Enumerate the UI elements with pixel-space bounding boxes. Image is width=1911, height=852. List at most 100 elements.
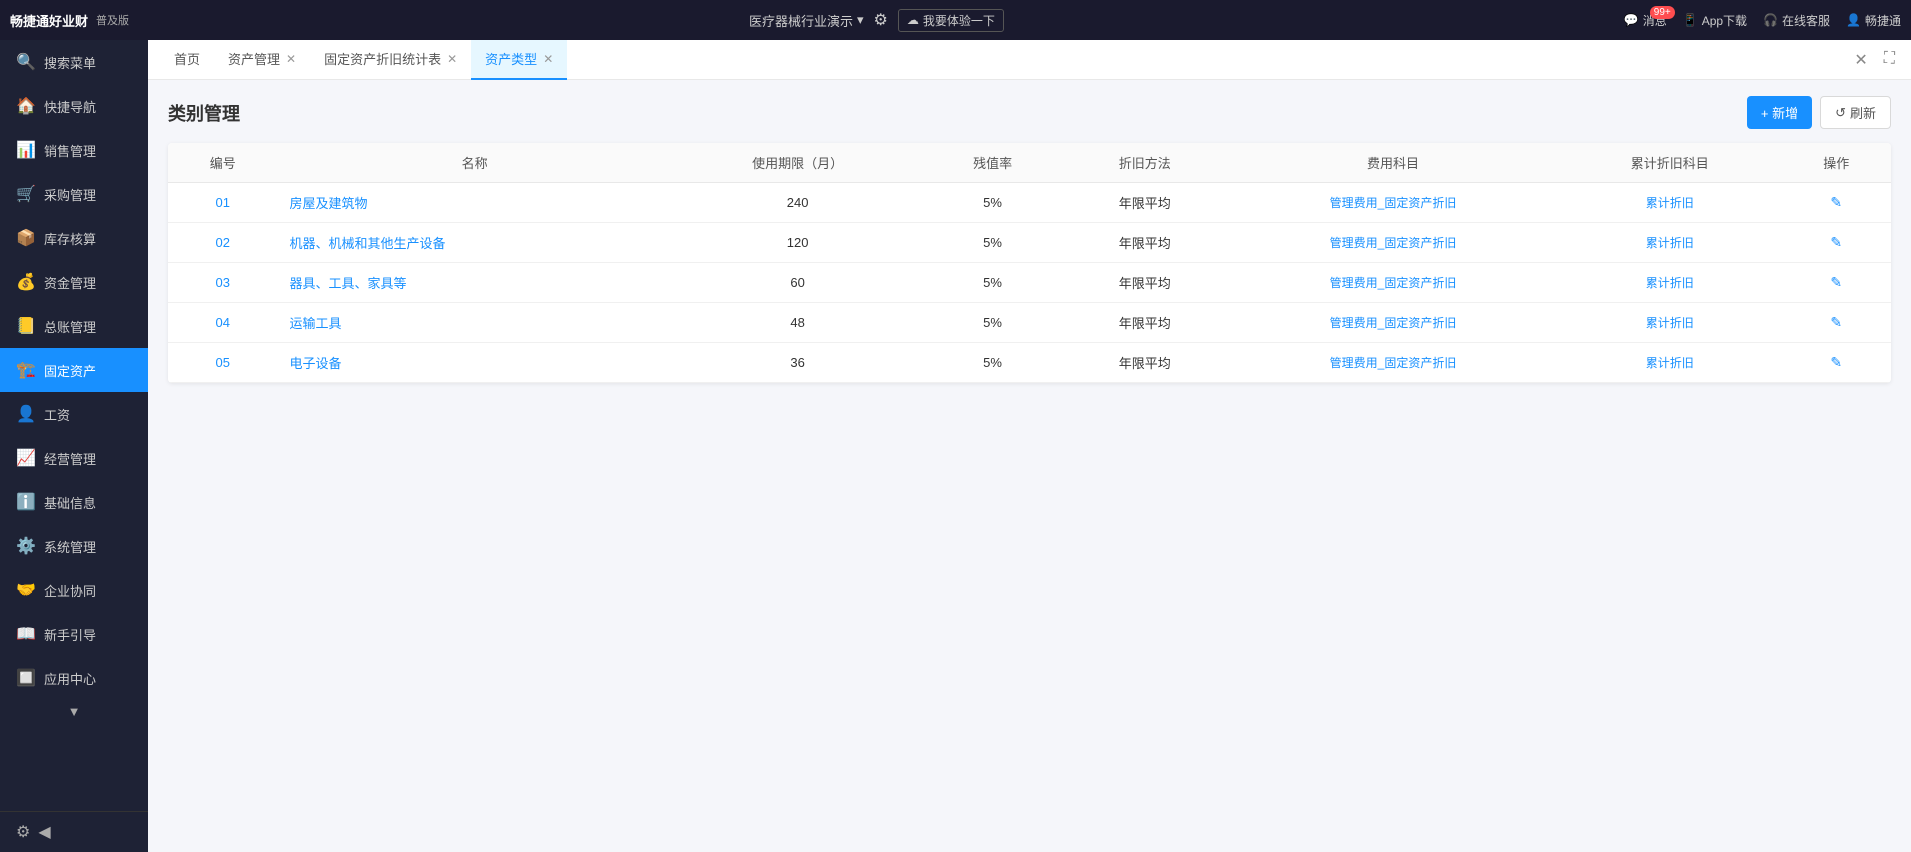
page-header: 类别管理 + 新增 ↺ 刷新: [168, 96, 1891, 129]
sidebar-item-system[interactable]: ⚙️ 系统管理: [0, 524, 148, 568]
headset-icon: 🎧: [1763, 13, 1778, 27]
cell-action[interactable]: ✎: [1781, 183, 1891, 223]
tab-close-asset-mgmt[interactable]: ✕: [286, 53, 296, 65]
tab-depreciation[interactable]: 固定资产折旧统计表✕: [310, 40, 471, 80]
sidebar-item-basics[interactable]: ℹ️ 基础信息: [0, 480, 148, 524]
notifications-badge: 99+: [1650, 6, 1675, 19]
refresh-label: 刷新: [1850, 103, 1876, 122]
cell-period: 120: [672, 223, 924, 263]
sidebar-item-ledger[interactable]: 📒 总账管理: [0, 304, 148, 348]
sidebar-item-purchase[interactable]: 🛒 采购管理: [0, 172, 148, 216]
sidebar-icon-purchase: 🛒: [16, 184, 36, 204]
sidebar-item-apps[interactable]: 🔲 应用中心: [0, 656, 148, 700]
sidebar-item-guide[interactable]: 📖 新手引导: [0, 612, 148, 656]
edit-icon[interactable]: ✎: [1830, 194, 1842, 210]
cell-action[interactable]: ✎: [1781, 343, 1891, 383]
cell-period: 48: [672, 303, 924, 343]
edit-icon[interactable]: ✎: [1830, 274, 1842, 290]
experience-label: 我要体验一下: [923, 12, 995, 29]
sidebar: 🔍 搜索菜单 🏠 快捷导航 📊 销售管理 🛒 采购管理 📦 库存核算 💰 资金管…: [0, 40, 148, 852]
company-selector[interactable]: 医疗器械行业演示 ▾: [749, 11, 864, 30]
user-label: 畅捷通: [1865, 12, 1901, 29]
sidebar-icon-inventory: 📦: [16, 228, 36, 248]
cell-depreciation-method: 年限平均: [1062, 343, 1228, 383]
cell-expense-account: 管理费用_固定资产折旧: [1228, 183, 1558, 223]
sidebar-bottom: ⚙ ◀: [0, 811, 148, 852]
sidebar-item-inventory[interactable]: 📦 库存核算: [0, 216, 148, 260]
col-header: 名称: [278, 143, 672, 183]
user-item[interactable]: 👤 畅捷通: [1846, 12, 1901, 29]
tab-close-depreciation[interactable]: ✕: [447, 53, 457, 65]
sidebar-label-business: 经营管理: [44, 449, 96, 468]
sidebar-icon-search: 🔍: [16, 52, 36, 72]
sidebar-label-quick-nav: 快捷导航: [44, 97, 96, 116]
chevron-down-icon: ▾: [857, 12, 864, 28]
col-header: 操作: [1781, 143, 1891, 183]
settings-icon[interactable]: ⚙: [873, 10, 887, 30]
sidebar-item-quick-nav[interactable]: 🏠 快捷导航: [0, 84, 148, 128]
sidebar-icon-business: 📈: [16, 448, 36, 468]
cell-action[interactable]: ✎: [1781, 263, 1891, 303]
refresh-button[interactable]: ↺ 刷新: [1820, 96, 1891, 129]
cell-residual-rate: 5%: [924, 343, 1062, 383]
close-tab-icon[interactable]: ✕: [1850, 48, 1871, 72]
sidebar-item-cooperation[interactable]: 🤝 企业协同: [0, 568, 148, 612]
col-header: 残值率: [924, 143, 1062, 183]
experience-button[interactable]: ☁ 我要体验一下: [898, 9, 1004, 32]
cloud-icon: ☁: [907, 13, 919, 27]
cell-code: 04: [168, 303, 278, 343]
cell-period: 60: [672, 263, 924, 303]
settings-bottom-icon[interactable]: ⚙: [16, 822, 30, 842]
app-download-item[interactable]: 📱 App下载: [1683, 12, 1747, 29]
sidebar-item-business[interactable]: 📈 经营管理: [0, 436, 148, 480]
tab-asset-type[interactable]: 资产类型✕: [471, 40, 567, 80]
sidebar-item-sales[interactable]: 📊 销售管理: [0, 128, 148, 172]
tab-close-asset-type[interactable]: ✕: [543, 53, 553, 65]
table-row: 01 房屋及建筑物 240 5% 年限平均 管理费用_固定资产折旧 累计折旧 ✎: [168, 183, 1891, 223]
edit-icon[interactable]: ✎: [1830, 234, 1842, 250]
cell-action[interactable]: ✎: [1781, 303, 1891, 343]
sidebar-icon-guide: 📖: [16, 624, 36, 644]
expand-icon[interactable]: ⛶: [1880, 48, 1899, 72]
sidebar-label-cooperation: 企业协同: [44, 581, 96, 600]
cell-depreciation-method: 年限平均: [1062, 263, 1228, 303]
cell-period: 36: [672, 343, 924, 383]
sidebar-scroll-down[interactable]: ▼: [0, 700, 148, 723]
cell-cumulative-account: 累计折旧: [1558, 183, 1781, 223]
sidebar-label-basics: 基础信息: [44, 493, 96, 512]
cell-depreciation-method: 年限平均: [1062, 223, 1228, 263]
sidebar-item-fixed-assets[interactable]: 🏗️ 固定资产: [0, 348, 148, 392]
customer-service-item[interactable]: 🎧 在线客服: [1763, 12, 1830, 29]
collapse-icon[interactable]: ◀: [38, 822, 50, 842]
sidebar-label-search: 搜索菜单: [44, 53, 96, 72]
sidebar-label-guide: 新手引导: [44, 625, 96, 644]
cell-action[interactable]: ✎: [1781, 223, 1891, 263]
sidebar-icon-ledger: 📒: [16, 316, 36, 336]
tabs-right-actions: ✕ ⛶: [1850, 48, 1899, 72]
sidebar-item-search[interactable]: 🔍 搜索菜单: [0, 40, 148, 84]
tab-asset-mgmt[interactable]: 资产管理 ✕: [214, 40, 310, 80]
col-header: 折旧方法: [1062, 143, 1228, 183]
page-content: 类别管理 + 新增 ↺ 刷新 编号名称使用期限（月）残值率折旧方法费用科目累计折…: [148, 80, 1911, 852]
cell-expense-account: 管理费用_固定资产折旧: [1228, 303, 1558, 343]
tab-home[interactable]: 首页: [160, 40, 214, 80]
cell-name: 运输工具: [278, 303, 672, 343]
new-button[interactable]: + 新增: [1747, 96, 1812, 129]
app-download-label: App下载: [1702, 12, 1747, 29]
sidebar-icon-sales: 📊: [16, 140, 36, 160]
sidebar-label-sales: 销售管理: [44, 141, 96, 160]
edit-icon[interactable]: ✎: [1830, 354, 1842, 370]
notifications-item[interactable]: 💬 消息 99+: [1624, 12, 1667, 29]
sidebar-item-payroll[interactable]: 👤 工资: [0, 392, 148, 436]
content-area: 首页资产管理✕固定资产折旧统计表✕资产类型✕ ✕ ⛶ 类别管理 + 新增 ↺ 刷…: [148, 40, 1911, 852]
col-header: 累计折旧科目: [1558, 143, 1781, 183]
tab-label-asset-mgmt: 资产管理: [228, 49, 280, 68]
sidebar-icon-apps: 🔲: [16, 668, 36, 688]
cell-residual-rate: 5%: [924, 263, 1062, 303]
topbar-center: 医疗器械行业演示 ▾ ⚙ ☁ 我要体验一下: [749, 9, 1004, 32]
categories-table: 编号名称使用期限（月）残值率折旧方法费用科目累计折旧科目操作 01 房屋及建筑物…: [168, 143, 1891, 383]
sidebar-icon-fixed-assets: 🏗️: [16, 360, 36, 380]
edit-icon[interactable]: ✎: [1830, 314, 1842, 330]
table-row: 02 机器、机械和其他生产设备 120 5% 年限平均 管理费用_固定资产折旧 …: [168, 223, 1891, 263]
sidebar-item-capital[interactable]: 💰 资金管理: [0, 260, 148, 304]
